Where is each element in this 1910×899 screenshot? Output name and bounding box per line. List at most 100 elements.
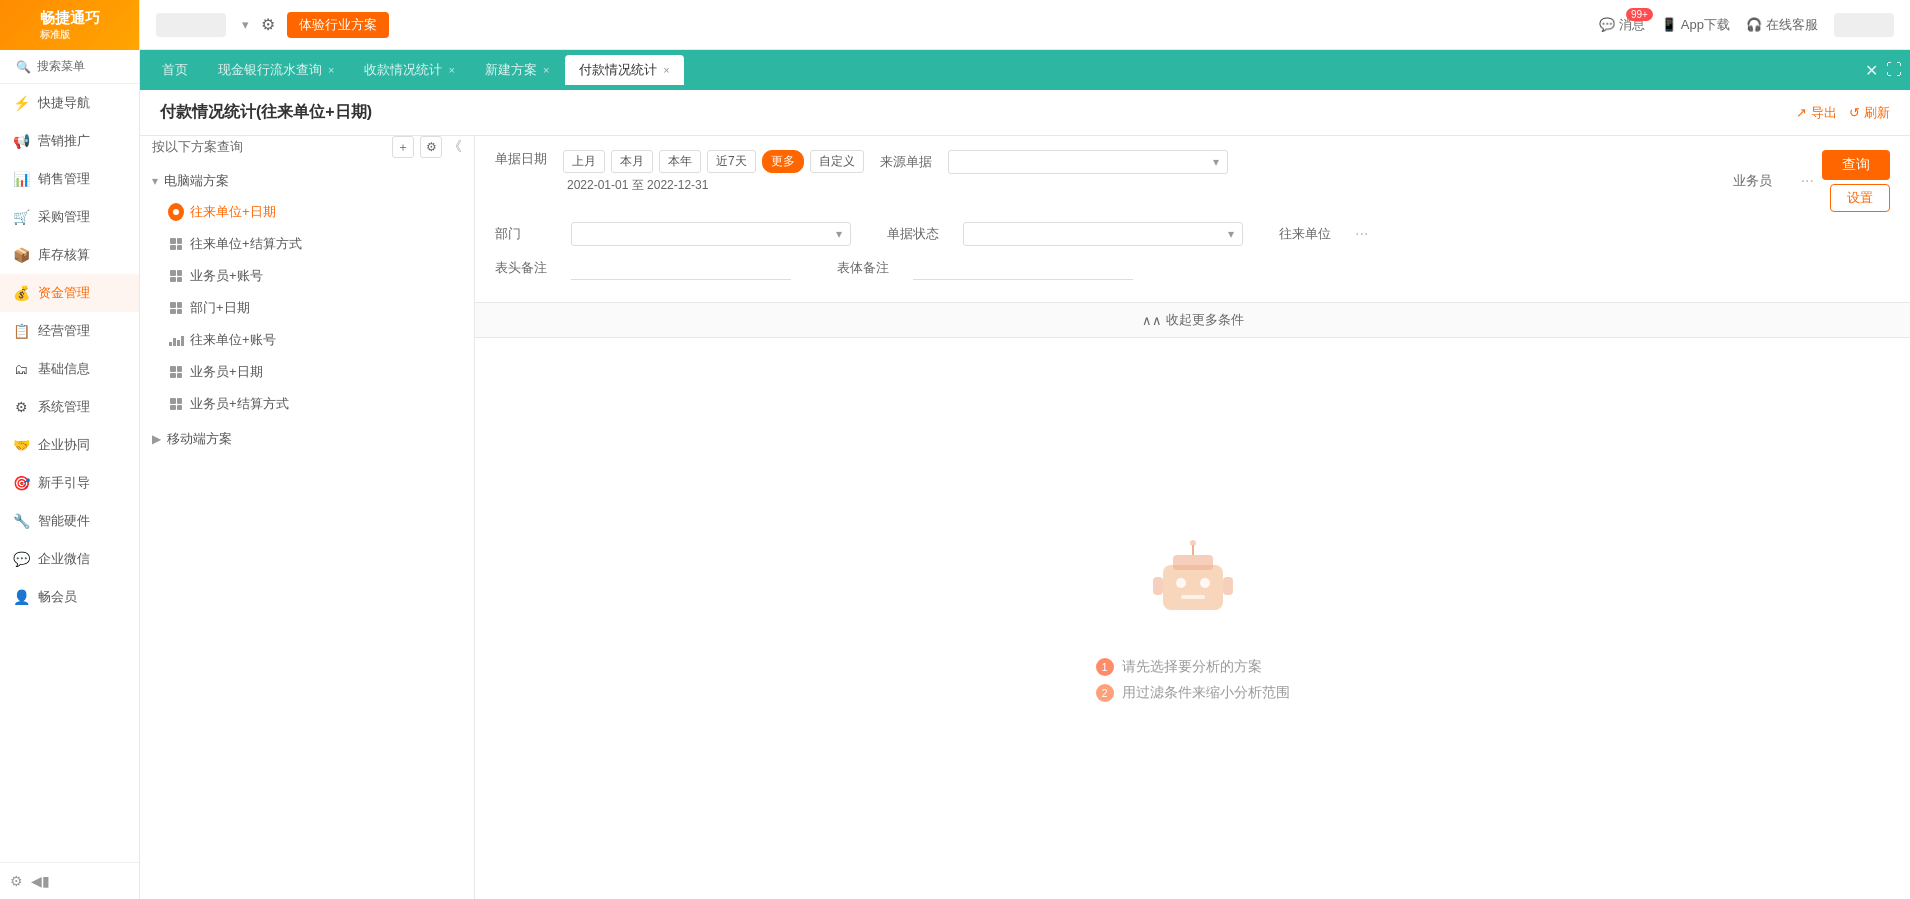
scheme-group-mobile-title[interactable]: ▶ 移动端方案 [140,424,474,454]
tab-expand-icon[interactable]: ⛶ [1886,61,1902,79]
empty-hint-2: 2 用过滤条件来缩小分析范围 [1096,684,1290,702]
tab-new-scheme[interactable]: 新建方案 × [471,55,563,85]
chart-icon-5 [168,332,184,348]
note-body-input[interactable] [913,256,1133,280]
filter-row-2: 部门 ▾ 单据状态 ▾ 往来单位 ··· [475,212,1910,246]
scheme-group-pc: ▾ 电脑端方案 往来单位+日期 [140,166,474,420]
tab-new-scheme-close[interactable]: × [543,64,549,76]
sidebar-label-enterprise: 企业协同 [38,436,90,454]
sidebar-item-wechat[interactable]: 💬 企业微信 [0,540,139,578]
sidebar-item-guide[interactable]: 🎯 新手引导 [0,464,139,502]
agent-select-dots[interactable]: ··· [1801,172,1814,190]
scheme-item-agent-date[interactable]: 业务员+日期 [140,356,474,388]
agent-query-group: 业务员 ··· 查询 设置 [1733,150,1890,212]
scheme-item-partner-settle-label: 往来单位+结算方式 [190,235,302,253]
agent-label: 业务员 [1733,172,1793,190]
scheme-item-partner-account[interactable]: 往来单位+账号 [140,324,474,356]
settings-scheme-icon[interactable]: ⚙ [420,136,442,158]
orange-dot-icon [168,204,184,220]
grid-icon-6 [168,364,184,380]
date-btn-7days[interactable]: 近7天 [707,150,756,173]
svg-point-8 [1190,540,1196,546]
topbar-gear-icon[interactable]: ⚙ [261,15,275,34]
finance-icon: 💰 [12,284,30,302]
note-body-label: 表体备注 [837,259,897,277]
dept-select[interactable]: ▾ [571,222,851,246]
messages-btn[interactable]: 💬 消息 99+ [1599,16,1645,34]
tab-bank-flow[interactable]: 现金银行流水查询 × [204,55,348,85]
user-avatar-right[interactable] [1834,13,1894,37]
doc-status-select[interactable]: ▾ [963,222,1243,246]
message-icon: 💬 [1599,17,1615,32]
scheme-group-pc-title[interactable]: ▾ 电脑端方案 [140,166,474,196]
app-download-btn[interactable]: 📱 App下载 [1661,16,1730,34]
date-filter-label: 单据日期 [495,150,555,168]
refresh-btn[interactable]: ↺ 刷新 [1849,104,1890,122]
tab-recv-stat-close[interactable]: × [448,64,454,76]
sidebar-label-marketing: 营销推广 [38,132,90,150]
sidebar-item-enterprise[interactable]: 🤝 企业协同 [0,426,139,464]
search-menu[interactable]: 🔍 搜索菜单 [0,50,139,84]
sidebar-item-purchase[interactable]: 🛒 采购管理 [0,198,139,236]
sidebar-item-basic[interactable]: 🗂 基础信息 [0,350,139,388]
filter-area: 单据日期 上月 本月 本年 近7天 更多 自定义 20 [475,136,1910,338]
topbar: ▾ ⚙ 体验行业方案 💬 消息 99+ 📱 App下载 🎧 在线客服 [140,0,1910,50]
scheme-item-agent-settle[interactable]: 业务员+结算方式 [140,388,474,420]
sidebar-label-quick-nav: 快捷导航 [38,94,90,112]
export-btn[interactable]: ↗ 导出 [1796,104,1837,122]
sidebar-item-inventory[interactable]: 📦 库存核算 [0,236,139,274]
date-btn-this-year[interactable]: 本年 [659,150,701,173]
tab-bank-flow-close[interactable]: × [328,64,334,76]
online-service-btn[interactable]: 🎧 在线客服 [1746,16,1818,34]
sidebar-item-hardware[interactable]: 🔧 智能硬件 [0,502,139,540]
basic-icon: 🗂 [12,360,30,378]
sidebar-item-system[interactable]: ⚙ 系统管理 [0,388,139,426]
filter-content-area: 按以下方案查询 ＋ ⚙ 《 ▾ 电脑端方案 [140,136,1910,899]
date-btn-custom[interactable]: 自定义 [810,150,864,173]
add-scheme-icon[interactable]: ＋ [392,136,414,158]
partner-label: 往来单位 [1279,225,1339,243]
tab-close-all-icon[interactable]: ✕ [1865,61,1878,80]
settings-btn[interactable]: 设置 [1830,184,1890,212]
collapse-sidebar-icon[interactable]: ◀▮ [31,873,50,889]
chevron-up-icon: ∧∧ [1142,313,1162,328]
sidebar-item-business[interactable]: 📋 经营管理 [0,312,139,350]
date-btn-more[interactable]: 更多 [762,150,804,173]
enterprise-icon: 🤝 [12,436,30,454]
collapse-more-btn[interactable]: ∧∧ 收起更多条件 [475,302,1910,337]
search-icon: 🔍 [16,60,31,74]
partner-select-dots[interactable]: ··· [1355,225,1368,243]
date-btn-last-month[interactable]: 上月 [563,150,605,173]
topbar-dropdown-icon[interactable]: ▾ [242,17,249,32]
sidebar-item-quick-nav[interactable]: ⚡ 快捷导航 [0,84,139,122]
note-header-input[interactable] [571,256,791,280]
tab-recv-stat[interactable]: 收款情况统计 × [350,55,468,85]
sidebar-item-finance[interactable]: 💰 资金管理 [0,274,139,312]
tabs-right-actions: ✕ ⛶ [1865,61,1902,80]
svg-rect-1 [1173,555,1213,570]
svg-rect-5 [1153,577,1163,595]
source-doc-select[interactable]: ▾ [948,150,1228,174]
scheme-item-partner-settle[interactable]: 往来单位+结算方式 [140,228,474,260]
tab-pay-stat-close[interactable]: × [663,64,669,76]
date-filter-group: 单据日期 上月 本月 本年 近7天 更多 自定义 20 [495,150,864,194]
scheme-item-agent-account[interactable]: 业务员+账号 [140,260,474,292]
trial-btn[interactable]: 体验行业方案 [287,12,389,38]
collapse-panel-icon[interactable]: 《 [448,138,462,156]
tab-pay-stat[interactable]: 付款情况统计 × [565,55,683,85]
member-icon: 👤 [12,588,30,606]
date-btn-this-month[interactable]: 本月 [611,150,653,173]
scheme-item-partner-date[interactable]: 往来单位+日期 [140,196,474,228]
grid-icon-3 [168,268,184,284]
date-buttons: 上月 本月 本年 近7天 更多 自定义 [563,150,864,173]
search-menu-label: 搜索菜单 [37,58,85,75]
query-btn[interactable]: 查询 [1822,150,1890,180]
sidebar-item-member[interactable]: 👤 畅会员 [0,578,139,616]
tab-home[interactable]: 首页 [148,55,202,85]
sidebar-item-marketing[interactable]: 📢 营销推广 [0,122,139,160]
tab-bank-flow-label: 现金银行流水查询 [218,61,322,79]
sidebar-item-sales[interactable]: 📊 销售管理 [0,160,139,198]
scheme-item-dept-date[interactable]: 部门+日期 [140,292,474,324]
refresh-label: 刷新 [1864,104,1890,122]
settings-icon[interactable]: ⚙ [10,873,23,889]
